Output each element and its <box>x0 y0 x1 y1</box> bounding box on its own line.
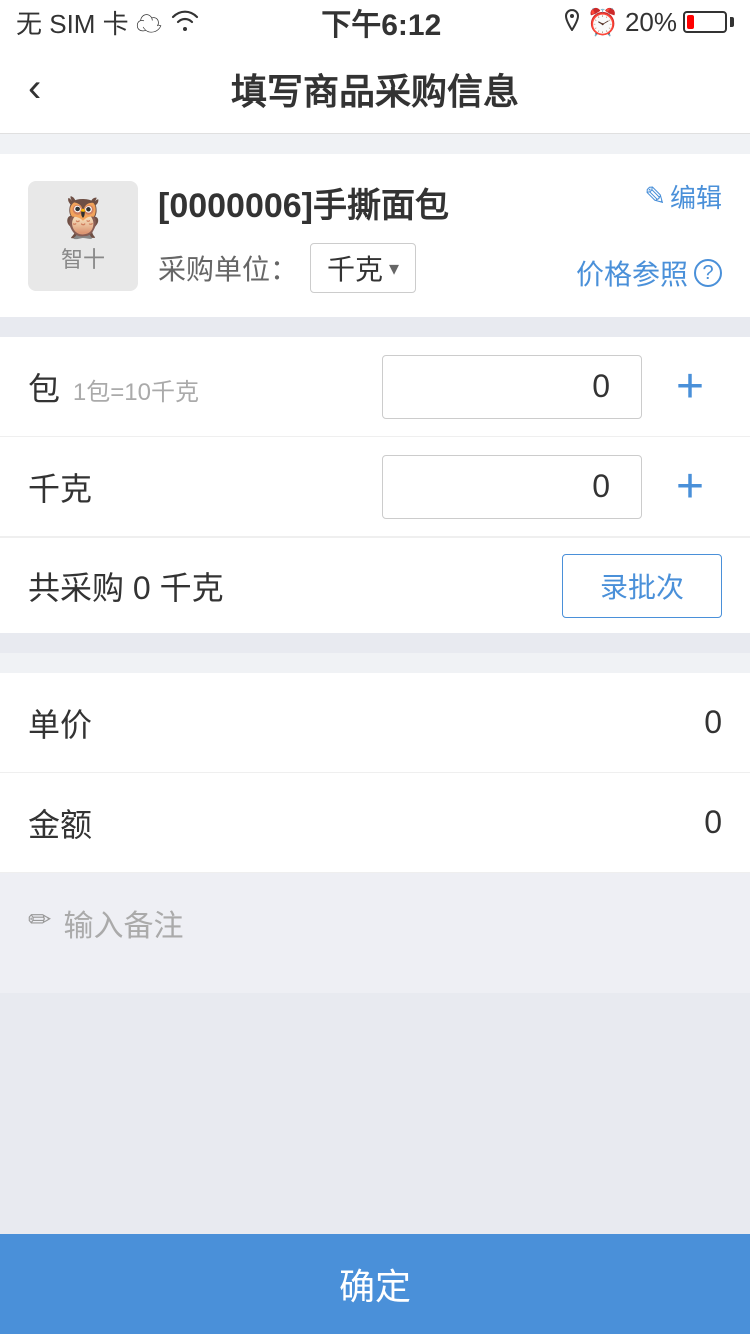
unit-label: 采购单位： <box>158 248 298 288</box>
edit-icon: ✎ <box>644 181 666 212</box>
unit-price-value: 0 <box>704 704 722 741</box>
kg-label: 千克 <box>28 464 148 510</box>
sim-label: 无 SIM 卡 ☁ <box>16 4 162 41</box>
status-time: 下午6:12 <box>321 0 441 44</box>
bao-label: 包 1包=10千克 <box>28 364 199 410</box>
remark-section[interactable]: ✏ 输入备注 <box>0 873 750 993</box>
nav-bar: ‹ 填写商品采购信息 <box>0 44 750 134</box>
bao-plus-button[interactable]: + <box>658 355 722 419</box>
amount-value: 0 <box>704 804 722 841</box>
product-thumb-label: 智十 <box>61 242 105 274</box>
total-text: 共采购 0 千克 <box>28 563 224 609</box>
product-name: [0000006]手撕面包 <box>158 178 722 227</box>
unit-price-label: 单价 <box>28 700 92 746</box>
kg-quantity-input[interactable] <box>382 455 642 519</box>
section-separator <box>0 317 750 337</box>
product-card: 🦉 智十 [0000006]手撕面包 采购单位： 千克 ▾ ✎ 编辑 价格参照 … <box>0 154 750 317</box>
amount-label: 金额 <box>28 800 92 846</box>
alarm-icon: ⏰ <box>587 7 619 38</box>
status-left: 无 SIM 卡 ☁ <box>16 4 200 41</box>
kg-input-row: 千克 + <box>0 437 750 537</box>
unit-value: 千克 <box>327 248 383 288</box>
amount-row: 金额 0 <box>0 773 750 873</box>
price-section: 单价 0 金额 0 <box>0 673 750 873</box>
chevron-down-icon: ▾ <box>389 256 399 281</box>
location-icon <box>563 7 581 38</box>
wifi-icon <box>170 7 200 38</box>
battery-percent: 20% <box>625 7 677 38</box>
bao-label-text: 包 <box>28 371 60 407</box>
status-bar: 无 SIM 卡 ☁ 下午6:12 ⏰ 20% <box>0 0 750 44</box>
price-ref-label: 价格参照 <box>576 253 688 293</box>
pencil-icon: ✏ <box>28 903 51 936</box>
unit-select[interactable]: 千克 ▾ <box>310 243 416 293</box>
edit-label: 编辑 <box>670 178 722 215</box>
kg-label-text: 千克 <box>28 471 92 507</box>
battery-indicator <box>683 11 734 33</box>
edit-button[interactable]: ✎ 编辑 <box>644 178 722 215</box>
kg-field: + <box>148 455 722 519</box>
bao-input-row: 包 1包=10千克 + <box>0 337 750 437</box>
input-section: 包 1包=10千克 + 千克 + 共采购 0 千克 录批次 <box>0 337 750 633</box>
batch-button[interactable]: 录批次 <box>562 554 722 618</box>
back-button[interactable]: ‹ <box>28 66 41 111</box>
page-title: 填写商品采购信息 <box>231 63 519 115</box>
price-reference-button[interactable]: 价格参照 ? <box>576 253 722 293</box>
unit-price-row: 单价 0 <box>0 673 750 773</box>
total-row: 共采购 0 千克 录批次 <box>0 537 750 633</box>
bao-quantity-input[interactable] <box>382 355 642 419</box>
kg-plus-button[interactable]: + <box>658 455 722 519</box>
confirm-button[interactable]: 确定 <box>0 1234 750 1334</box>
bao-sublabel: 1包=10千克 <box>73 379 199 406</box>
remark-placeholder: 输入备注 <box>63 901 183 945</box>
bao-field: + <box>199 355 722 419</box>
info-icon: ? <box>694 259 722 287</box>
product-thumbnail: 🦉 智十 <box>28 181 138 291</box>
section-separator-2 <box>0 633 750 653</box>
product-thumb-owl: 🦉 <box>58 198 108 238</box>
status-right: ⏰ 20% <box>563 7 734 38</box>
